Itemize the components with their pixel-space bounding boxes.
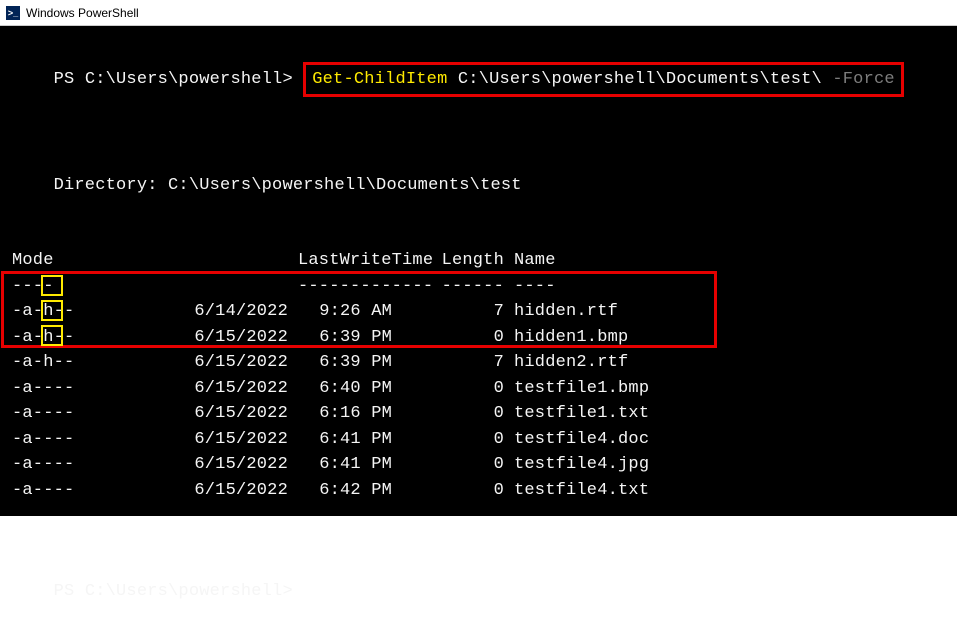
cell-date: 6/15/2022	[152, 452, 288, 478]
cell-time: 6:42 PM	[288, 478, 392, 504]
cell-length: 0	[392, 427, 504, 453]
cmd-flag: -Force	[832, 70, 894, 89]
cell-name: testfile1.bmp	[504, 376, 649, 402]
terminal-body[interactable]: PS C:\Users\powershell> Get-ChildItem C:…	[0, 26, 957, 516]
cell-name: testfile4.doc	[504, 427, 649, 453]
table-row: -a----6/15/20226:42 PM0testfile4.txt	[12, 478, 945, 504]
table-row: -a----6/15/20226:41 PM0testfile4.doc	[12, 427, 945, 453]
cell-date: 6/15/2022	[152, 350, 288, 376]
cell-time: 6:16 PM	[288, 401, 392, 427]
table-row: -a-h--6/15/20226:39 PM0hidden1.bmp	[12, 325, 945, 351]
table-row: -a----6/15/20226:41 PM0testfile4.jpg	[12, 452, 945, 478]
prompt-2-text: PS C:\Users\powershell>	[54, 582, 293, 601]
header-mode: Mode	[12, 248, 152, 274]
cell-mode: -a----	[12, 376, 152, 402]
cell-date: 6/15/2022	[152, 427, 288, 453]
cell-time: 6:39 PM	[288, 350, 392, 376]
cell-date: 6/15/2022	[152, 325, 288, 351]
cell-length: 0	[392, 325, 504, 351]
table-row: -a----6/15/20226:16 PM0testfile1.txt	[12, 401, 945, 427]
dash-mode: ----	[12, 274, 152, 300]
cell-name: hidden1.bmp	[504, 325, 628, 351]
cell-length: 7	[392, 350, 504, 376]
cmdlet-name: Get-ChildItem	[312, 70, 447, 89]
cell-mode: -a-h--	[12, 299, 152, 325]
cell-date: 6/14/2022	[152, 299, 288, 325]
command-highlight-box: Get-ChildItem C:\Users\powershell\Docume…	[303, 62, 904, 98]
cell-time: 6:41 PM	[288, 427, 392, 453]
cell-date: 6/15/2022	[152, 401, 288, 427]
dash-lastwrite: -------------	[288, 274, 392, 300]
file-listing: ModeLastWriteTimeLengthName ------------…	[12, 248, 945, 503]
cell-mode: -a----	[12, 401, 152, 427]
command-line-2[interactable]: PS C:\Users\powershell>	[12, 553, 945, 630]
command-line-1: PS C:\Users\powershell> Get-ChildItem C:…	[12, 36, 945, 123]
powershell-icon: >_	[6, 6, 20, 20]
cell-date: 6/15/2022	[152, 478, 288, 504]
cmd-path: C:\Users\powershell\Documents\test\	[447, 70, 832, 89]
cell-name: testfile4.jpg	[504, 452, 649, 478]
cell-length: 0	[392, 401, 504, 427]
cell-mode: -a----	[12, 478, 152, 504]
cell-date: 6/15/2022	[152, 376, 288, 402]
cell-name: testfile4.txt	[504, 478, 649, 504]
cell-length: 7	[392, 299, 504, 325]
cell-time: 6:39 PM	[288, 325, 392, 351]
table-row: -a-h--6/15/20226:39 PM7hidden2.rtf	[12, 350, 945, 376]
cell-mode: -a----	[12, 452, 152, 478]
table-row: -a----6/15/20226:40 PM0testfile1.bmp	[12, 376, 945, 402]
cell-name: hidden2.rtf	[504, 350, 628, 376]
cell-name: testfile1.txt	[504, 401, 649, 427]
cell-time: 6:41 PM	[288, 452, 392, 478]
dash-name: ----	[504, 274, 556, 300]
cell-length: 0	[392, 452, 504, 478]
cell-length: 0	[392, 376, 504, 402]
header-lastwrite: LastWriteTime	[288, 248, 392, 274]
table-row: -a-h--6/14/20229:26 AM7hidden.rtf	[12, 299, 945, 325]
dash-length: ------	[392, 274, 504, 300]
cell-mode: -a-h--	[12, 350, 152, 376]
cell-time: 6:40 PM	[288, 376, 392, 402]
dash-row: ---------------------------	[12, 274, 945, 300]
directory-line: Directory: C:\Users\powershell\Documents…	[12, 173, 945, 199]
cell-mode: -a-h--	[12, 325, 152, 351]
cell-time: 9:26 AM	[288, 299, 392, 325]
window-title-bar: >_ Windows PowerShell	[0, 0, 957, 26]
cell-name: hidden.rtf	[504, 299, 618, 325]
header-name: Name	[504, 248, 556, 274]
cell-length: 0	[392, 478, 504, 504]
prompt-text: PS C:\Users\powershell>	[54, 70, 304, 89]
cell-mode: -a----	[12, 427, 152, 453]
window-title: Windows PowerShell	[26, 6, 139, 20]
header-length: Length	[392, 248, 504, 274]
header-row: Mode LastWriteTimeLengthName	[12, 248, 945, 274]
